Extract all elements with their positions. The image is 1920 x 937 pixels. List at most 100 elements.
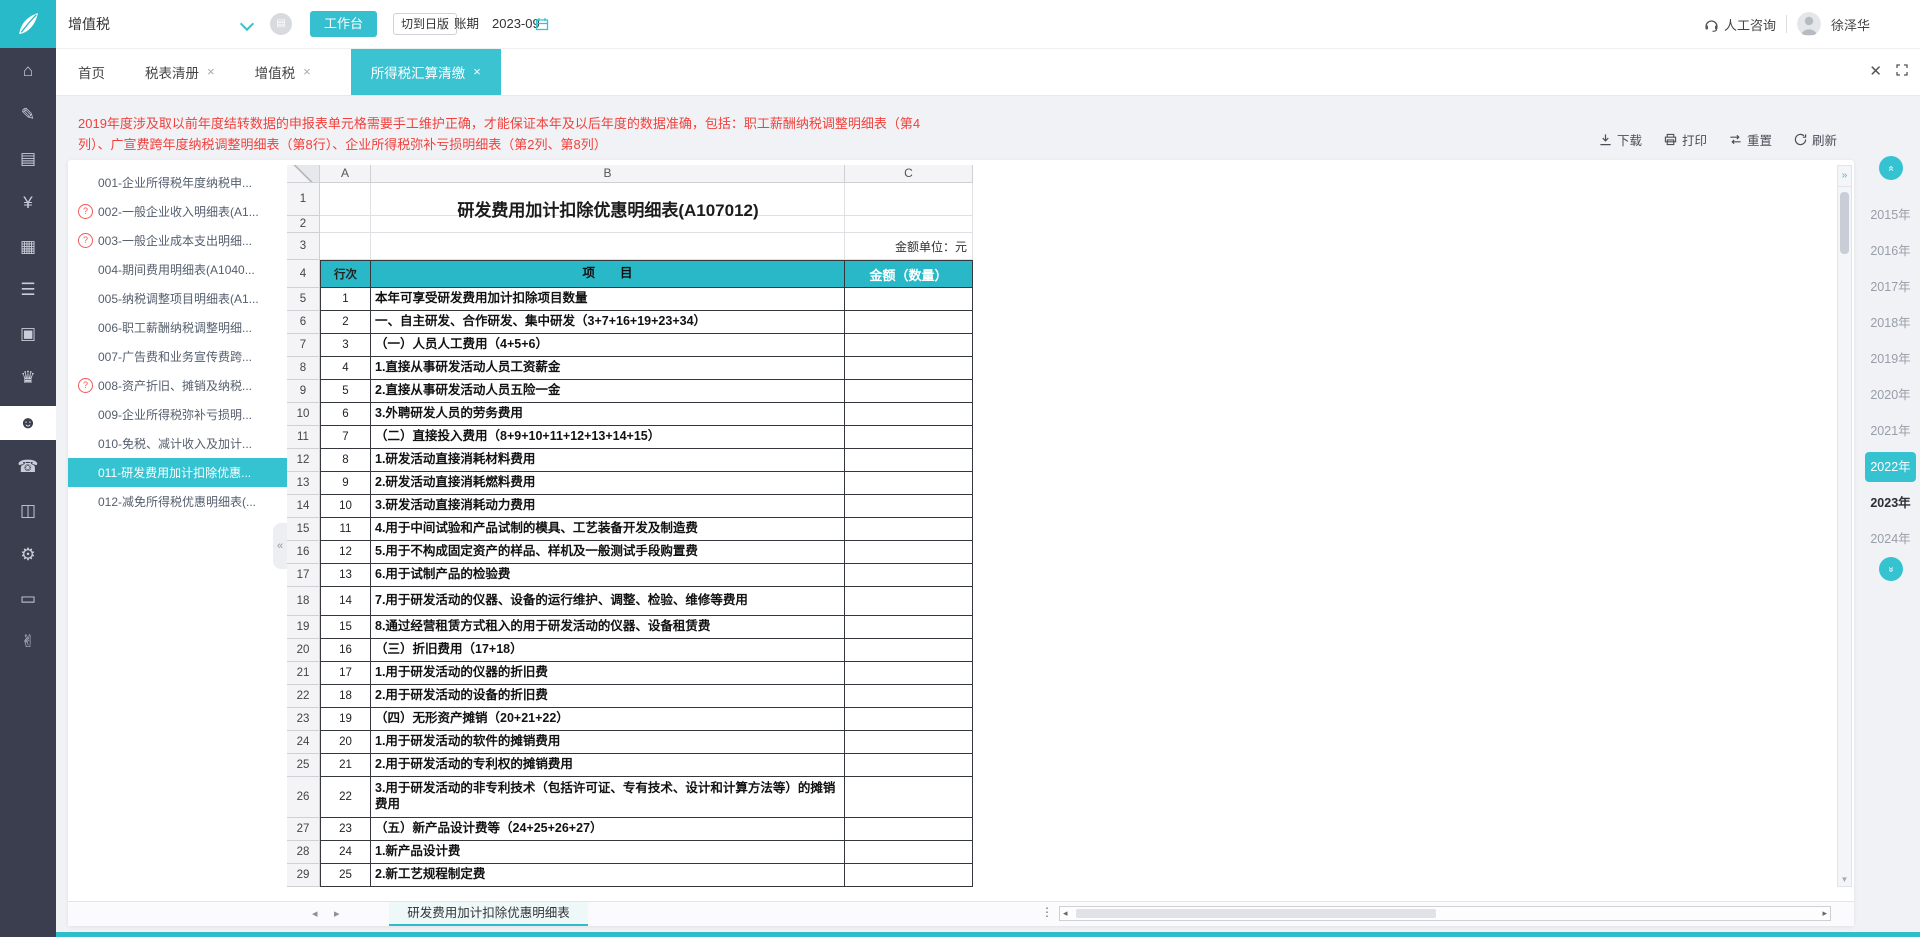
avatar[interactable] <box>1796 12 1821 36</box>
nav-item-mobile[interactable]: ☎ <box>0 450 56 484</box>
line-no-cell[interactable]: 1 <box>320 288 371 311</box>
nav-item-tax[interactable]: ☰ <box>0 273 56 307</box>
scroll-right-arrow[interactable]: ▸ <box>1822 908 1827 919</box>
year-scroll-down-button[interactable]: « <box>1878 557 1903 581</box>
cell[interactable] <box>320 183 371 216</box>
close-icon[interactable]: × <box>207 64 215 79</box>
item-cell[interactable]: （二）直接投入费用（8+9+10+11+12+13+14+15） <box>371 426 845 449</box>
nav-item-reports[interactable]: ▤ <box>0 142 56 176</box>
item-cell[interactable]: 1.用于研发活动的软件的摊销费用 <box>371 731 845 754</box>
column-header-a[interactable]: A <box>320 165 371 183</box>
next-sheet-arrow[interactable]: ▸ <box>334 907 340 920</box>
tab-income-tax-settlement[interactable]: 所得税汇算清缴 × <box>350 48 501 95</box>
row-number[interactable]: 13 <box>287 472 320 495</box>
amount-cell[interactable] <box>845 731 973 754</box>
nav-item-funds[interactable]: ¥ <box>0 186 56 220</box>
report-list-item[interactable]: ? 003-一般企业成本支出明细... <box>68 226 287 255</box>
row-number[interactable]: 14 <box>287 495 320 518</box>
row-number[interactable]: 22 <box>287 685 320 708</box>
amount-cell[interactable] <box>845 662 973 685</box>
line-no-cell[interactable]: 13 <box>320 564 371 587</box>
item-cell[interactable]: 7.用于研发活动的仪器、设备的运行维护、调整、检验、维修等费用 <box>371 587 845 616</box>
amount-cell[interactable] <box>845 616 973 639</box>
cell[interactable] <box>320 216 371 233</box>
nav-item-home[interactable]: ⌂ <box>0 54 56 88</box>
unit-note-cell[interactable]: 金额单位：元 <box>845 233 973 260</box>
row-number[interactable]: 18 <box>287 587 320 616</box>
year-item[interactable]: 2022年 <box>1865 452 1916 482</box>
item-cell[interactable]: 2.新工艺规程制定费 <box>371 864 845 887</box>
row-number[interactable]: 10 <box>287 403 320 426</box>
tab-tax-register[interactable]: 税表清册 × <box>145 48 215 95</box>
nav-item-mascot[interactable]: ☻ <box>0 406 56 440</box>
item-cell[interactable]: （四）无形资产摊销（20+21+22） <box>371 708 845 731</box>
row-number[interactable]: 7 <box>287 334 320 357</box>
report-list-item[interactable]: 009-企业所得税弥补亏损明... <box>68 400 287 429</box>
item-cell[interactable]: 1.新产品设计费 <box>371 841 845 864</box>
amount-cell[interactable] <box>845 754 973 777</box>
report-list-item[interactable]: ? 002-一般企业收入明细表(A1... <box>68 197 287 226</box>
calendar-icon[interactable] <box>535 17 549 31</box>
row-number[interactable]: 27 <box>287 818 320 841</box>
line-no-cell[interactable]: 5 <box>320 380 371 403</box>
scroll-down-arrow[interactable]: ▼ <box>1838 875 1851 884</box>
report-list-item[interactable]: 010-免税、减计收入及加计... <box>68 429 287 458</box>
line-no-cell[interactable]: 22 <box>320 777 371 818</box>
nav-item-victory[interactable]: ✌ <box>0 625 56 659</box>
sheet-tab[interactable]: 研发费用加计扣除优惠明细表 <box>389 902 588 926</box>
row-number[interactable]: 23 <box>287 708 320 731</box>
line-no-cell[interactable]: 18 <box>320 685 371 708</box>
amount-cell[interactable] <box>845 708 973 731</box>
year-item[interactable]: 2018年 <box>1861 305 1920 341</box>
row-number[interactable]: 1 <box>287 183 320 216</box>
workbench-button[interactable]: 工作台 <box>310 11 378 37</box>
item-cell[interactable]: 2.直接从事研发活动人员五险一金 <box>371 380 845 403</box>
item-cell[interactable]: 1.用于研发活动的仪器的折旧费 <box>371 662 845 685</box>
row-number[interactable]: 12 <box>287 449 320 472</box>
year-item[interactable]: 2016年 <box>1861 233 1920 269</box>
line-no-cell[interactable]: 9 <box>320 472 371 495</box>
chevron-down-icon[interactable] <box>239 16 255 32</box>
product-selector[interactable]: 增值税 <box>68 0 110 48</box>
amount-cell[interactable] <box>845 426 973 449</box>
prev-sheet-arrow[interactable]: ◂ <box>312 907 318 920</box>
period-value[interactable]: 2023-09 <box>492 0 540 48</box>
line-no-cell[interactable]: 23 <box>320 818 371 841</box>
item-cell[interactable]: 1.研发活动直接消耗材料费用 <box>371 449 845 472</box>
amount-cell[interactable] <box>845 777 973 818</box>
report-list-item[interactable]: 006-职工薪酬纳税调整明细... <box>68 313 287 342</box>
year-item[interactable]: 2021年 <box>1861 413 1920 449</box>
tab-vat[interactable]: 增值税 × <box>255 48 311 95</box>
line-no-cell[interactable]: 4 <box>320 357 371 380</box>
amount-cell[interactable] <box>845 864 973 887</box>
report-list-item[interactable]: 005-纳税调整项目明细表(A1... <box>68 284 287 313</box>
item-cell[interactable]: 1.直接从事研发活动人员工资薪金 <box>371 357 845 380</box>
nav-item-invoice[interactable]: ▦ <box>0 230 56 264</box>
row-number[interactable]: 21 <box>287 662 320 685</box>
nav-item-bookkeeping[interactable]: ✎ <box>0 98 56 132</box>
vertical-scroll-thumb[interactable] <box>1840 192 1849 254</box>
item-cell[interactable]: 6.用于试制产品的检验费 <box>371 564 845 587</box>
item-cell[interactable]: （五）新产品设计费等（24+25+26+27） <box>371 818 845 841</box>
year-item[interactable]: 2020年 <box>1861 377 1920 413</box>
horizontal-scrollbar[interactable]: ◂ ▸ <box>1059 906 1831 921</box>
row-number[interactable]: 15 <box>287 518 320 541</box>
amount-cell[interactable] <box>845 449 973 472</box>
item-cell[interactable]: 3.外聘研发人员的劳务费用 <box>371 403 845 426</box>
row-number[interactable]: 16 <box>287 541 320 564</box>
switch-version-button[interactable]: 切到日版 <box>393 13 458 35</box>
nav-item-settings[interactable]: ⚙ <box>0 538 56 572</box>
line-no-cell[interactable]: 25 <box>320 864 371 887</box>
item-cell[interactable]: 本年可享受研发费用加计扣除项目数量 <box>371 288 845 311</box>
row-number[interactable]: 20 <box>287 639 320 662</box>
reset-button[interactable]: 重置 <box>1729 130 1772 149</box>
line-no-cell[interactable]: 3 <box>320 334 371 357</box>
item-cell[interactable]: 4.用于中间试验和产品试制的模具、工艺装备开发及制造费 <box>371 518 845 541</box>
item-cell[interactable]: 3.用于研发活动的非专利技术（包括许可证、专有技术、设计和计算方法等）的摊销费用 <box>371 777 845 818</box>
line-no-cell[interactable]: 24 <box>320 841 371 864</box>
row-number[interactable]: 28 <box>287 841 320 864</box>
close-icon[interactable]: × <box>473 64 481 79</box>
report-list-item[interactable]: 004-期间费用明细表(A1040... <box>68 255 287 284</box>
row-number[interactable]: 3 <box>287 233 320 260</box>
amount-cell[interactable] <box>845 288 973 311</box>
